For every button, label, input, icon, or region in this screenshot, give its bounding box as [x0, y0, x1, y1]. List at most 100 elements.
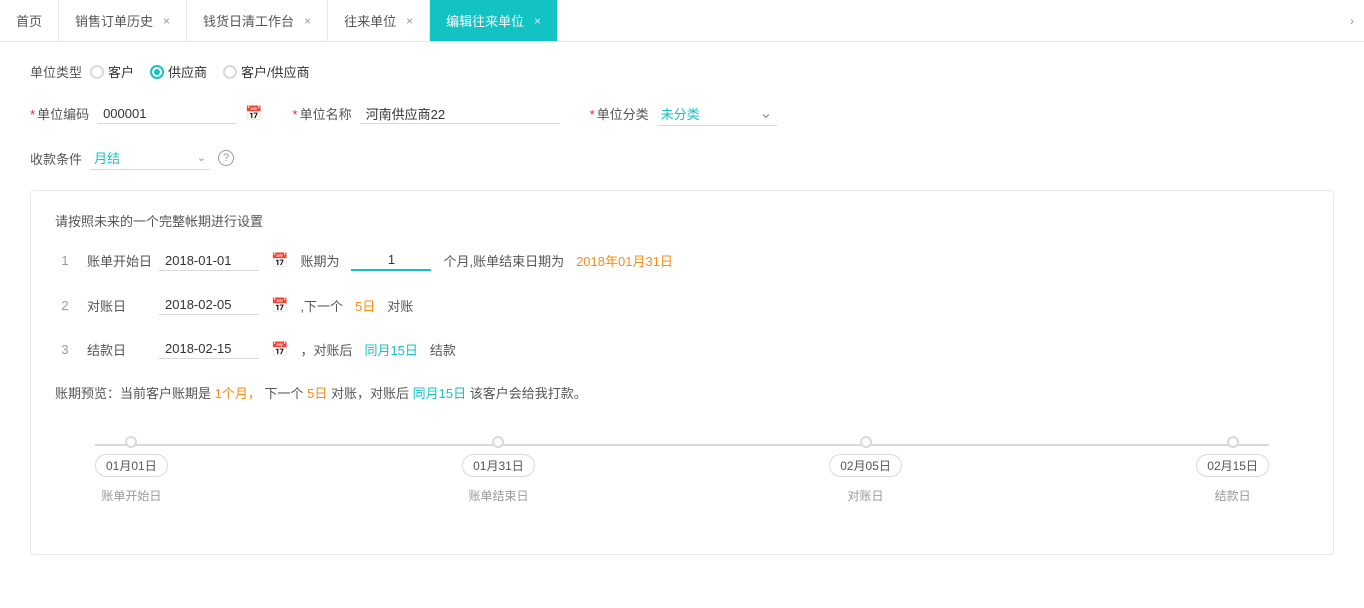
preview-highlight1: 1个月， [215, 386, 261, 401]
radio-customer-circle [90, 65, 104, 79]
point-badge-2: 01月31日 [462, 454, 535, 477]
payment-label: 收款条件 [30, 149, 82, 168]
unit-class-arrow: ⌄ [759, 103, 772, 123]
payment-help-icon[interactable]: ? [218, 150, 234, 166]
setting-row-3: 3 结款日 📅 ，对账后 同月15日 结款 [55, 339, 1309, 359]
unit-code-label: *单位编码 [30, 104, 89, 123]
unit-class-value: 未分类 [661, 104, 756, 123]
timeline-point-3: 02月05日 对账日 [829, 436, 902, 504]
payment-row: 收款条件 月结 ⌄ ? [30, 146, 1334, 170]
row1-desc-prefix: 账期为 [300, 251, 339, 270]
row-label-3: 结款日 [87, 340, 147, 359]
point-dot-2 [492, 436, 504, 448]
radio-customer-supplier[interactable]: 客户/供应商 [223, 62, 310, 81]
tabs-scroll-arrow[interactable]: › [1340, 0, 1364, 41]
settings-card: 请按照未来的一个完整帐期进行设置 1 账单开始日 📅 账期为 个月,账单结束日期… [30, 190, 1334, 555]
timeline-point-2: 01月31日 账单结束日 [462, 436, 535, 504]
point-dot-3 [860, 436, 872, 448]
radio-group: 客户 供应商 客户/供应商 [90, 62, 310, 81]
unit-name-input[interactable] [360, 104, 560, 124]
tab-sales-history-close[interactable]: × [163, 14, 170, 28]
preview-suffix: 该客户会给我打款。 [470, 386, 587, 401]
tab-edit-counterpart[interactable]: 编辑往来单位 × [430, 0, 558, 41]
unit-class-select[interactable]: 未分类 ⌄ [657, 101, 777, 126]
radio-cs-label: 客户/供应商 [241, 62, 310, 81]
row-label-2: 对账日 [87, 296, 147, 315]
payment-select[interactable]: 月结 ⌄ [90, 146, 210, 170]
point-dot-1 [125, 436, 137, 448]
row1-end-date: 2018年01月31日 [576, 251, 673, 270]
point-label-2: 账单结束日 [468, 487, 528, 504]
timeline-points: 01月01日 账单开始日 01月31日 账单结束日 02月05日 对账日 02月… [55, 436, 1309, 504]
radio-supplier-circle [150, 65, 164, 79]
row2-desc-suffix: 对账 [387, 296, 413, 315]
row2-highlight: 5日 [355, 296, 375, 315]
row3-desc-prefix: ，对账后 [300, 340, 352, 359]
payment-date-input[interactable] [159, 339, 259, 359]
unit-code-icon[interactable]: 📅 [245, 105, 262, 122]
payment-field: 收款条件 月结 ⌄ ? [30, 146, 234, 170]
point-label-1: 账单开始日 [101, 487, 161, 504]
unit-name-field: *单位名称 [293, 104, 560, 124]
tab-edit-counterpart-label: 编辑往来单位 [446, 11, 524, 30]
code-name-class-row: *单位编码 📅 *单位名称 *单位分类 未分类 ⌄ [30, 101, 1334, 126]
preview-mid2: 对账，对账后 [331, 386, 409, 401]
tab-edit-counterpart-close[interactable]: × [534, 14, 541, 28]
start-date-input[interactable] [159, 251, 259, 271]
tab-cash-work[interactable]: 钱货日清工作台 × [187, 0, 328, 41]
row-num-1: 1 [55, 253, 75, 268]
tab-cash-work-close[interactable]: × [304, 14, 311, 28]
preview-highlight2: 5日 [307, 386, 327, 401]
row3-desc-suffix: 结款 [430, 340, 456, 359]
unit-type-label: 单位类型 [30, 62, 82, 81]
setting-row-2: 2 对账日 📅 ,下一个 5日 对账 [55, 295, 1309, 315]
point-badge-1: 01月01日 [95, 454, 168, 477]
tab-home[interactable]: 首页 [0, 0, 59, 41]
tab-home-label: 首页 [16, 11, 42, 30]
timeline-point-1: 01月01日 账单开始日 [95, 436, 168, 504]
radio-cs-circle [223, 65, 237, 79]
reconcile-date-input[interactable] [159, 295, 259, 315]
unit-code-star: * [30, 107, 35, 122]
start-date-calendar-icon[interactable]: 📅 [271, 252, 288, 269]
radio-customer[interactable]: 客户 [90, 62, 134, 81]
point-label-3: 对账日 [848, 487, 884, 504]
point-badge-4: 02月15日 [1196, 454, 1269, 477]
tabs-bar: 首页 销售订单历史 × 钱货日清工作台 × 往来单位 × 编辑往来单位 × › [0, 0, 1364, 42]
tab-counterpart[interactable]: 往来单位 × [328, 0, 430, 41]
preview-text: 账期预览：当前客户账期是 1个月， 下一个 5日 对账，对账后 同月15日 该客… [55, 383, 1309, 402]
setting-row-1: 1 账单开始日 📅 账期为 个月,账单结束日期为 2018年01月31日 [55, 250, 1309, 271]
row-num-3: 3 [55, 342, 75, 357]
unit-class-label: *单位分类 [590, 104, 649, 123]
row-label-1: 账单开始日 [87, 251, 147, 270]
unit-name-label: *单位名称 [293, 104, 352, 123]
radio-customer-label: 客户 [108, 62, 134, 81]
tab-counterpart-label: 往来单位 [344, 11, 396, 30]
point-dot-4 [1227, 436, 1239, 448]
reconcile-date-calendar-icon[interactable]: 📅 [271, 297, 288, 314]
payment-arrow: ⌄ [197, 151, 206, 164]
radio-supplier-label: 供应商 [168, 62, 207, 81]
card-title: 请按照未来的一个完整帐期进行设置 [55, 211, 1309, 230]
payment-value: 月结 [94, 148, 193, 167]
point-badge-3: 02月05日 [829, 454, 902, 477]
point-label-4: 结款日 [1215, 487, 1251, 504]
unit-name-star: * [293, 107, 298, 122]
row3-highlight: 同月15日 [364, 340, 417, 359]
preview-highlight3: 同月15日 [413, 386, 466, 401]
row-num-2: 2 [55, 298, 75, 313]
radio-supplier[interactable]: 供应商 [150, 62, 207, 81]
timeline-point-4: 02月15日 结款日 [1196, 436, 1269, 504]
tab-counterpart-close[interactable]: × [406, 14, 413, 28]
preview-mid1: 下一个 [265, 386, 304, 401]
tab-sales-history-label: 销售订单历史 [75, 11, 153, 30]
row1-desc-suffix: 个月,账单结束日期为 [443, 251, 564, 270]
unit-code-input[interactable] [97, 104, 237, 124]
unit-class-field: *单位分类 未分类 ⌄ [590, 101, 777, 126]
unit-type-field: 单位类型 客户 供应商 客户/供应商 [30, 62, 310, 81]
payment-date-calendar-icon[interactable]: 📅 [271, 341, 288, 358]
unit-code-field: *单位编码 📅 [30, 104, 263, 124]
period-input[interactable] [351, 250, 431, 271]
tab-sales-history[interactable]: 销售订单历史 × [59, 0, 187, 41]
unit-class-star: * [590, 107, 595, 122]
